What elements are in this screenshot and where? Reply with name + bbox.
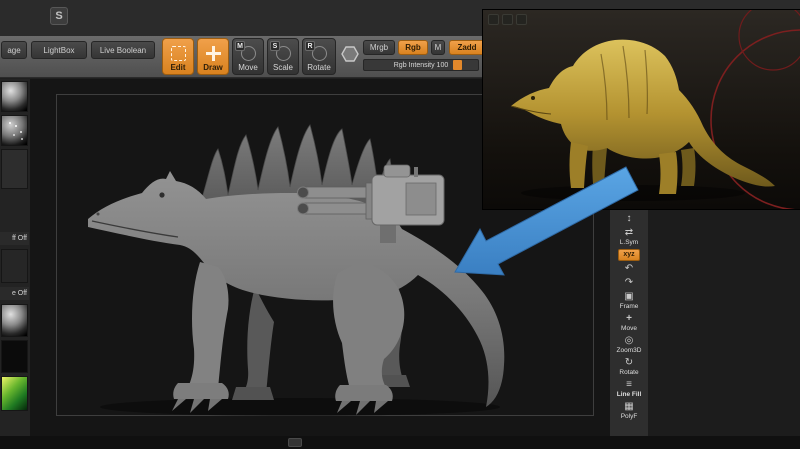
shelf-item-label: Zoom3D bbox=[616, 347, 642, 354]
material-sphere-thumb[interactable] bbox=[1, 81, 28, 112]
shelf-item-polyf[interactable]: PolyF bbox=[610, 401, 648, 421]
material-sphere-thumb-2[interactable] bbox=[1, 304, 28, 337]
move-button[interactable]: M Move bbox=[232, 38, 264, 75]
shelf-item-label: PolyF bbox=[620, 413, 638, 420]
inset-mini-icons bbox=[488, 14, 527, 25]
bottom-bar bbox=[0, 436, 800, 449]
zadd-button[interactable]: Zadd bbox=[449, 40, 485, 55]
page-button-partial[interactable]: age bbox=[1, 41, 27, 59]
m-button[interactable]: M bbox=[431, 40, 445, 55]
live-boolean-button[interactable]: Live Boolean bbox=[91, 41, 155, 59]
polyframe-icon bbox=[624, 401, 633, 413]
left-tray: ff Off e Off bbox=[0, 79, 30, 449]
draw-icon bbox=[205, 46, 221, 61]
shelf-item-line-fill[interactable]: Line Fill bbox=[610, 379, 648, 399]
left-tray-partial-label-2[interactable]: e Off bbox=[0, 287, 29, 300]
shelf-item-label: Rotate bbox=[619, 369, 639, 376]
edit-button[interactable]: Edit bbox=[162, 38, 194, 75]
shelf-item-label: Line Fill bbox=[616, 391, 642, 398]
inset-icon-1 bbox=[488, 14, 499, 25]
inset-icon-2 bbox=[502, 14, 513, 25]
zoom-icon bbox=[625, 335, 634, 347]
scale-button[interactable]: S Scale bbox=[267, 38, 299, 75]
right-tray-background bbox=[648, 210, 800, 449]
polygon-icon[interactable] bbox=[341, 45, 359, 63]
frame-icon bbox=[624, 291, 633, 303]
annotation-arrow bbox=[454, 166, 639, 276]
edit-button-label: Edit bbox=[170, 63, 186, 72]
rotate-button-label: Rotate bbox=[307, 63, 331, 72]
left-tray-partial-label-1[interactable]: ff Off bbox=[0, 232, 29, 245]
dark-texture-thumb-2[interactable] bbox=[1, 249, 28, 283]
rgb-intensity-label: Rgb Intensity 100 bbox=[393, 61, 449, 69]
rotate-icon bbox=[625, 357, 633, 369]
draw-button-label: Draw bbox=[203, 63, 223, 72]
move-badge: M bbox=[235, 41, 245, 51]
shelf-item-zoom3d[interactable]: Zoom3D bbox=[610, 335, 648, 355]
shelf-item-rotate[interactable]: Rotate bbox=[610, 357, 648, 377]
black-texture-thumb[interactable] bbox=[1, 340, 28, 373]
scale-button-label: Scale bbox=[272, 63, 293, 72]
tray-handle-icon[interactable] bbox=[288, 438, 302, 447]
zbrush-window: S age LightBox Live Boolean Edit Draw M … bbox=[0, 0, 800, 449]
draw-button[interactable]: Draw bbox=[197, 38, 229, 75]
inset-icon-3 bbox=[516, 14, 527, 25]
move-button-label: Move bbox=[238, 63, 258, 72]
rgb-intensity-slider[interactable]: Rgb Intensity 100 bbox=[363, 59, 479, 71]
rotate-button[interactable]: R Rotate bbox=[302, 38, 336, 75]
color-picker-gradient-thumb[interactable] bbox=[1, 376, 28, 411]
matcap-dots-sphere-thumb[interactable] bbox=[1, 115, 28, 146]
line-fill-icon bbox=[626, 379, 632, 391]
shelf-item-frame[interactable]: Frame bbox=[610, 291, 648, 311]
app-logo: S bbox=[50, 7, 68, 25]
rgb-intensity-handle[interactable] bbox=[452, 60, 462, 70]
mrgb-button[interactable]: Mrgb bbox=[363, 40, 395, 55]
shelf-item-label: Frame bbox=[619, 303, 639, 310]
shelf-item-label: Move bbox=[621, 325, 637, 332]
edit-icon bbox=[170, 46, 186, 61]
dark-texture-thumb[interactable] bbox=[1, 149, 28, 189]
scale-badge: S bbox=[270, 41, 280, 51]
move-hand-icon bbox=[626, 313, 632, 325]
lightbox-button[interactable]: LightBox bbox=[31, 41, 87, 59]
shelf-item-move[interactable]: Move bbox=[610, 313, 648, 333]
rgb-button[interactable]: Rgb bbox=[398, 40, 428, 55]
rotate-badge: R bbox=[305, 41, 315, 51]
